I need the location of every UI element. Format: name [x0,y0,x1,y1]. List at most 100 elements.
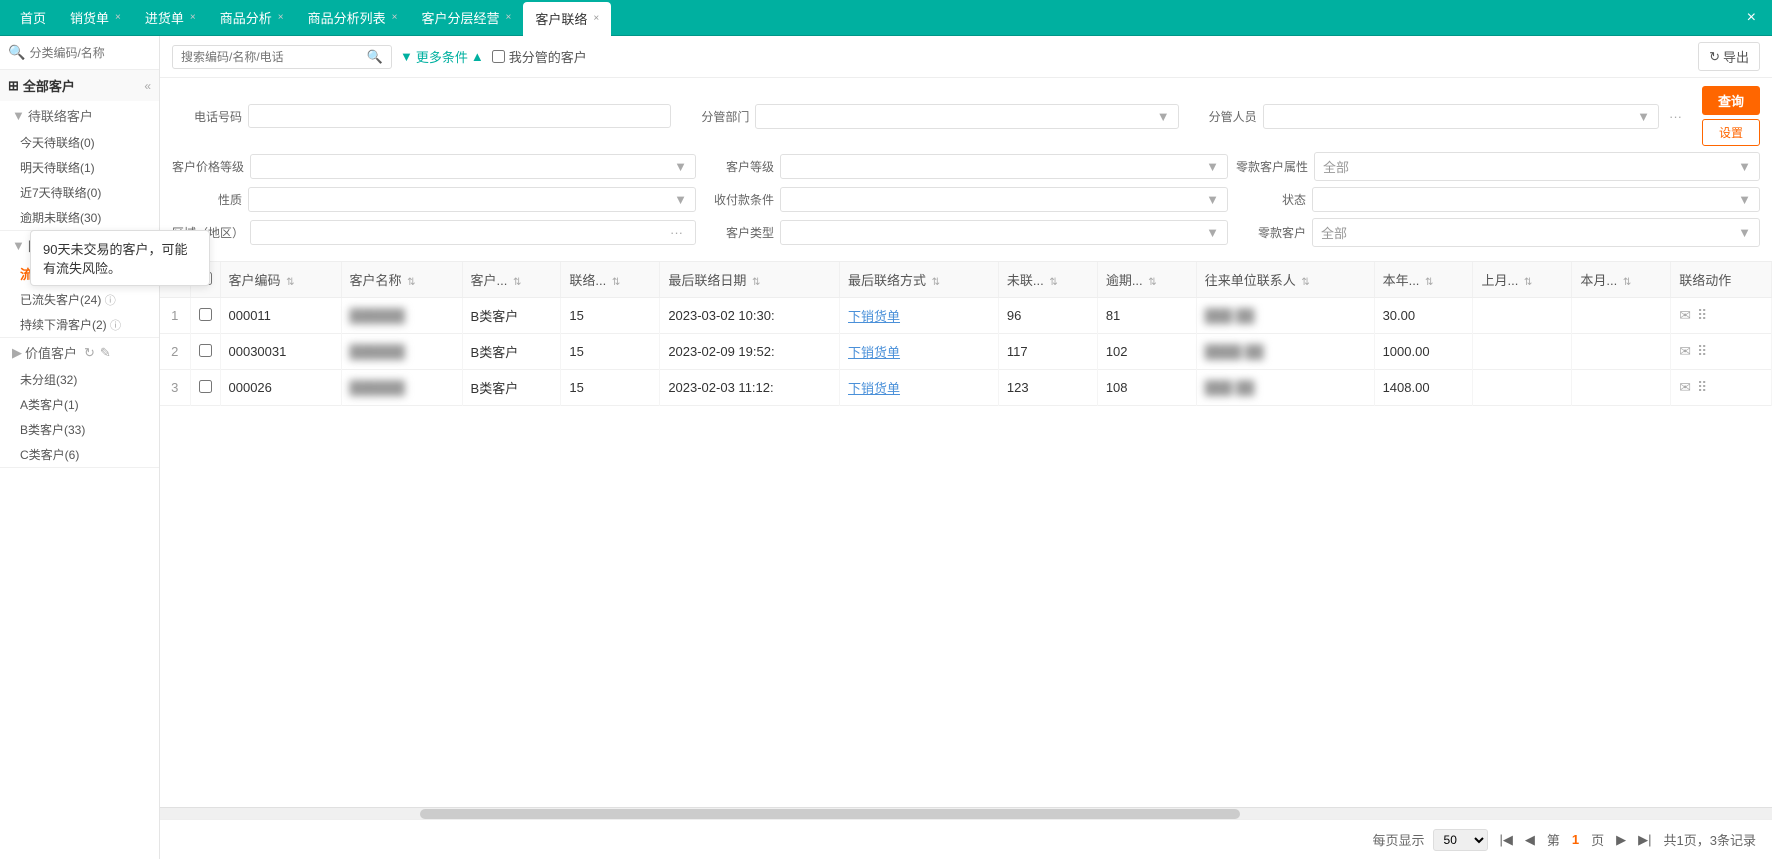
col-year[interactable]: 本年... ⇅ [1374,262,1473,298]
page-prev-icon[interactable]: ◀ [1521,830,1539,850]
sidebar-item-7days[interactable]: 近7天待联络(0) [0,180,159,205]
zero-customer-select[interactable]: 全部 ▼ [1312,218,1760,247]
payment-select[interactable]: ▼ [780,187,1228,212]
sidebar-item-ungrouped[interactable]: 未分组(32) [0,367,159,392]
tab-sales-close[interactable]: × [115,12,121,23]
sidebar-item-class-c[interactable]: C类客户(6) [0,442,159,467]
tab-customer-contact-close[interactable]: × [593,13,599,24]
dept-select[interactable]: ▼ [755,104,1178,129]
sidebar-search-box[interactable]: 🔍 [0,36,159,70]
row-1-type: B类客户 [462,298,561,334]
search-submit-icon[interactable]: 🔍 [367,49,383,65]
col-last-method[interactable]: 最后联络方式 ⇅ [840,262,999,298]
customer-level-select[interactable]: ▼ [780,154,1228,179]
status-select[interactable]: ▼ [1312,187,1760,212]
sidebar-item-churned[interactable]: 已流失客户(24) ⓘ [0,287,159,312]
col-contact-count[interactable]: 联络... ⇅ [561,262,660,298]
tab-product-list-close[interactable]: × [392,12,398,23]
row-3-overdue: 108 [1097,370,1196,406]
query-button[interactable]: 查询 [1702,86,1760,115]
contact-icon3[interactable]: ✉ [1679,379,1691,396]
contact-icon2[interactable]: ✉ [1679,343,1691,360]
row-1-contact: 15 [561,298,660,334]
row-2-uncontacted: 117 [998,334,1097,370]
price-level-select[interactable]: ▼ [250,154,696,179]
col-uncontacted[interactable]: 未联... ⇅ [998,262,1097,298]
person-select[interactable]: ▼ [1263,104,1659,129]
row-1-checkbox[interactable] [199,308,212,321]
pagination: 每页显示 50 100 200 |◀ ◀ 第 1 页 ▶ ▶| 共1页，3条记录 [160,819,1772,859]
row-2-last-month [1473,334,1572,370]
more-conditions-button[interactable]: ▼ 更多条件 ▲ [400,47,484,66]
col-last-date[interactable]: 最后联络日期 ⇅ [660,262,840,298]
scrollbar-thumb[interactable] [420,809,1240,819]
sidebar-item-class-a[interactable]: A类客户(1) [0,392,159,417]
sidebar-item-tomorrow[interactable]: 明天待联络(1) [0,155,159,180]
search-input[interactable] [181,50,363,64]
tab-product-list[interactable]: 商品分析列表 × [296,0,410,36]
tab-purchase[interactable]: 进货单 × [133,0,208,36]
chevron-down-icon2: ▼ [1637,109,1650,124]
edit-icon[interactable]: ✎ [100,345,111,361]
sidebar-search-input[interactable] [29,46,160,60]
more-actions-icon[interactable]: ⠿ [1697,307,1707,324]
tab-product-analysis-close[interactable]: × [278,12,284,23]
sidebar-collapse-icon[interactable]: « [144,79,151,93]
row-3-checkbox[interactable] [199,380,212,393]
phone-input[interactable] [248,104,671,128]
export-button[interactable]: ↻ 导出 [1698,42,1760,71]
person-more-icon[interactable]: ··· [1665,109,1686,124]
tab-sales[interactable]: 销货单 × [58,0,133,36]
page-size-select[interactable]: 50 100 200 [1433,829,1488,851]
settings-button[interactable]: 设置 [1702,119,1760,146]
more-actions-icon3[interactable]: ⠿ [1697,379,1707,396]
tab-customer-tier[interactable]: 客户分层经营 × [409,0,523,36]
region-more-icon[interactable]: ··· [666,225,687,240]
window-close-button[interactable]: × [1739,9,1764,27]
row-2-date: 2023-02-09 19:52: [660,334,840,370]
region-select[interactable]: ··· [250,220,696,245]
page-first-icon[interactable]: |◀ [1496,830,1517,850]
tab-purchase-close[interactable]: × [190,12,196,23]
my-customers-checkbox[interactable]: 我分管的客户 [492,47,587,66]
nature-select[interactable]: ▼ [248,187,696,212]
sidebar-item-class-b[interactable]: B类客户(33) [0,417,159,442]
my-customers-check[interactable] [492,50,505,63]
refresh-icon[interactable]: ↻ [84,345,95,361]
sidebar-group-value-title[interactable]: ▶ 价值客户 ↻ ✎ [0,338,159,367]
col-last-month[interactable]: 上月... ⇅ [1473,262,1572,298]
col-name[interactable]: 客户名称 ⇅ [341,262,462,298]
row-checkbox-3[interactable] [190,370,220,406]
tab-customer-contact[interactable]: 客户联络 × [523,2,611,36]
page-last-icon[interactable]: ▶| [1634,830,1655,850]
sidebar-item-overdue[interactable]: 逾期未联络(30) [0,205,159,230]
row-3-method[interactable]: 下销货单 [840,370,999,406]
tab-product-analysis[interactable]: 商品分析 × [208,0,296,36]
row-2-checkbox[interactable] [199,344,212,357]
tab-home[interactable]: 首页 [8,0,58,36]
sidebar-all-customers[interactable]: ⊞ 全部客户 « [0,70,159,101]
search-box[interactable]: 🔍 [172,45,392,69]
row-1-method[interactable]: 下销货单 [840,298,999,334]
contact-icon[interactable]: ✉ [1679,307,1691,324]
filter-row-2: 客户价格等级 ▼ 客户等级 ▼ 零款客户属性 全部 [172,152,1760,181]
horizontal-scrollbar[interactable] [160,807,1772,819]
row-2-method[interactable]: 下销货单 [840,334,999,370]
row-checkbox-2[interactable] [190,334,220,370]
col-overdue[interactable]: 逾期... ⇅ [1097,262,1196,298]
zero-attr-select[interactable]: 全部 ▼ [1314,152,1760,181]
sort-icon8: ⇅ [1148,277,1156,288]
page-next-icon[interactable]: ▶ [1612,830,1630,850]
sidebar-item-today[interactable]: 今天待联络(0) [0,130,159,155]
more-actions-icon2[interactable]: ⠿ [1697,343,1707,360]
row-checkbox-1[interactable] [190,298,220,334]
col-this-month[interactable]: 本月... ⇅ [1572,262,1671,298]
sidebar-item-declining[interactable]: 持续下滑客户(2) ⓘ [0,312,159,337]
customer-type-select[interactable]: ▼ [780,220,1228,245]
col-type[interactable]: 客户... ⇅ [462,262,561,298]
col-code[interactable]: 客户编码 ⇅ [220,262,341,298]
tab-customer-tier-close[interactable]: × [505,12,511,23]
page-navigation: |◀ ◀ 第 1 页 ▶ ▶| [1496,828,1656,851]
col-unit-contact[interactable]: 往来单位联系人 ⇅ [1196,262,1374,298]
sidebar-group-pending-title[interactable]: ▼ 待联络客户 [0,101,159,130]
